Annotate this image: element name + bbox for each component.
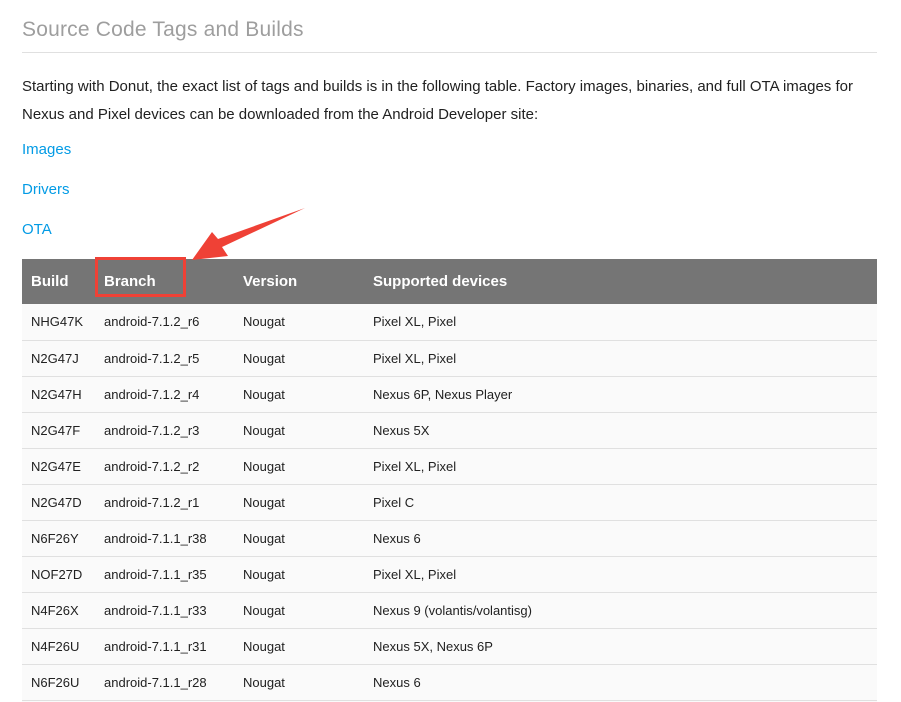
link-row-images: Images	[22, 141, 877, 159]
cell-version: Nougat	[234, 556, 364, 593]
table-row: NHG47K android-7.1.2_r6 Nougat Pixel XL,…	[22, 304, 877, 341]
table-row: N2G47F android-7.1.2_r3 Nougat Nexus 5X	[22, 412, 877, 449]
cell-build: N2G47J	[22, 340, 95, 377]
cell-devices: Nexus 6	[364, 664, 877, 701]
cell-version: Nougat	[234, 304, 364, 341]
cell-devices: Pixel XL, Pixel	[364, 304, 877, 341]
cell-devices: Nexus 9 (volantis/volantisg)	[364, 592, 877, 629]
images-link[interactable]: Images	[22, 141, 71, 158]
cell-branch: android-7.1.1_r31	[95, 628, 234, 665]
cell-build: NOF27D	[22, 556, 95, 593]
link-row-drivers: Drivers	[22, 181, 877, 199]
column-header-build: Build	[22, 259, 95, 304]
builds-table: Build Branch Version Supported devices N…	[22, 208, 877, 702]
cell-devices: Pixel XL, Pixel	[364, 448, 877, 485]
cell-branch: android-7.1.1_r33	[95, 592, 234, 629]
table-row: N6F26Y android-7.1.1_r38 Nougat Nexus 6	[22, 520, 877, 557]
table-row: N2G47H android-7.1.2_r4 Nougat Nexus 6P,…	[22, 376, 877, 413]
cell-version: Nougat	[234, 628, 364, 665]
document-page: Source Code Tags and Builds Starting wit…	[0, 0, 901, 702]
table-row: N2G47J android-7.1.2_r5 Nougat Pixel XL,…	[22, 340, 877, 377]
table-header-row: Build Branch Version Supported devices	[22, 208, 877, 304]
cell-version: Nougat	[234, 592, 364, 629]
cell-branch: android-7.1.1_r35	[95, 556, 234, 593]
table-row: NOF27D android-7.1.1_r35 Nougat Pixel XL…	[22, 556, 877, 593]
cell-branch: android-7.1.2_r4	[95, 376, 234, 413]
cell-version: Nougat	[234, 484, 364, 521]
cell-devices: Nexus 5X	[364, 412, 877, 449]
cell-build: N2G47F	[22, 412, 95, 449]
cell-devices: Nexus 5X, Nexus 6P	[364, 628, 877, 665]
table-row: N2G47D android-7.1.2_r1 Nougat Pixel C	[22, 484, 877, 521]
table-row: N4F26U android-7.1.1_r31 Nougat Nexus 5X…	[22, 628, 877, 665]
table-row: N2G47E android-7.1.2_r2 Nougat Pixel XL,…	[22, 448, 877, 485]
cell-branch: android-7.1.2_r1	[95, 484, 234, 521]
cell-devices: Pixel C	[364, 484, 877, 521]
content-area: Source Code Tags and Builds Starting wit…	[0, 17, 901, 702]
table-row: N6F26U android-7.1.1_r28 Nougat Nexus 6	[22, 664, 877, 701]
cell-build: NHG47K	[22, 304, 95, 341]
intro-paragraph: Starting with Donut, the exact list of t…	[22, 78, 853, 123]
cell-version: Nougat	[234, 412, 364, 449]
cell-devices: Pixel XL, Pixel	[364, 556, 877, 593]
cell-build: N2G47H	[22, 376, 95, 413]
drivers-link[interactable]: Drivers	[22, 181, 70, 198]
cell-branch: android-7.1.2_r6	[95, 304, 234, 341]
cell-build: N4F26X	[22, 592, 95, 629]
ota-link[interactable]: OTA	[22, 221, 52, 238]
cell-devices: Pixel XL, Pixel	[364, 340, 877, 377]
table-row: N4F26X android-7.1.1_r33 Nougat Nexus 9 …	[22, 592, 877, 629]
cell-branch: android-7.1.2_r3	[95, 412, 234, 449]
column-header-branch-label: Branch	[104, 273, 156, 290]
page-title: Source Code Tags and Builds	[22, 18, 304, 41]
cell-version: Nougat	[234, 664, 364, 701]
cell-version: Nougat	[234, 376, 364, 413]
cell-build: N2G47E	[22, 448, 95, 485]
cell-version: Nougat	[234, 448, 364, 485]
title-divider	[22, 52, 877, 53]
cell-build: N6F26U	[22, 664, 95, 701]
cell-branch: android-7.1.1_r28	[95, 664, 234, 701]
cell-devices: Nexus 6P, Nexus Player	[364, 376, 877, 413]
link-row-ota: OTA	[22, 221, 877, 239]
cell-build: N2G47D	[22, 484, 95, 521]
cell-build: N4F26U	[22, 628, 95, 665]
cell-version: Nougat	[234, 520, 364, 557]
cell-branch: android-7.1.1_r38	[95, 520, 234, 557]
column-header-version: Version	[234, 259, 364, 304]
cell-branch: android-7.1.2_r5	[95, 340, 234, 377]
cell-build: N6F26Y	[22, 520, 95, 557]
column-header-devices: Supported devices	[364, 259, 877, 304]
column-header-branch: Branch	[95, 208, 305, 304]
cell-version: Nougat	[234, 340, 364, 377]
cell-devices: Nexus 6	[364, 520, 877, 557]
cell-branch: android-7.1.2_r2	[95, 448, 234, 485]
